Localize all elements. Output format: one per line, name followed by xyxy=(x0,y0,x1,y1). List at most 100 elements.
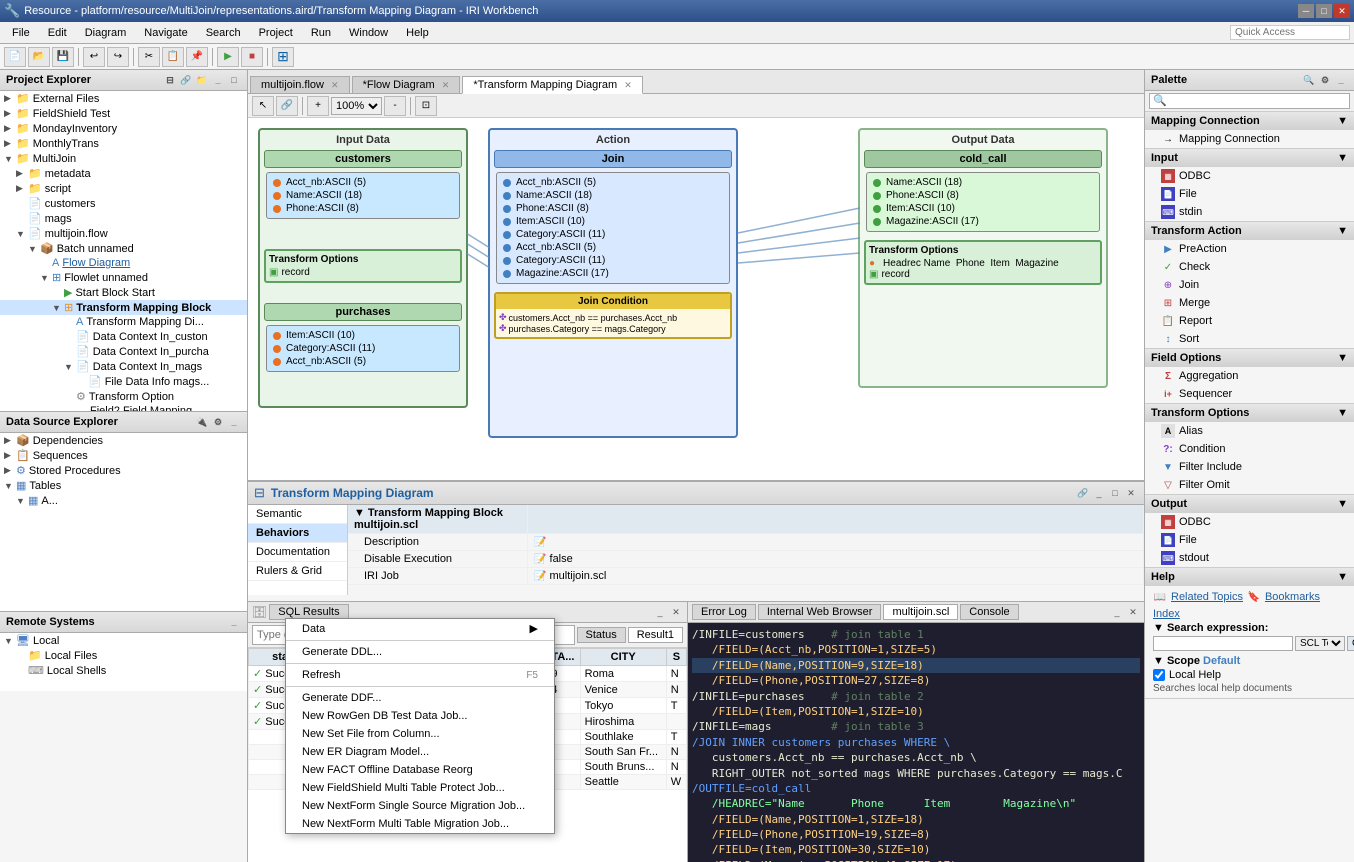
tab-multijoin-flow[interactable]: multijoin.flow ✕ xyxy=(250,76,350,93)
props-nav-semantic[interactable]: Semantic xyxy=(248,505,347,524)
tb-cut[interactable]: ✂ xyxy=(138,47,160,67)
palette-transform-header[interactable]: Transform Action ▼ xyxy=(1145,222,1354,240)
palette-transform-options-header[interactable]: Transform Options ▼ xyxy=(1145,404,1354,422)
tb-new[interactable]: 📄 xyxy=(4,47,26,67)
minimize-view-icon[interactable]: _ xyxy=(211,73,225,87)
tree-metadata[interactable]: ▶ 📁 metadata xyxy=(0,166,247,181)
btab-status[interactable]: Status xyxy=(577,627,626,643)
props-icon3[interactable]: □ xyxy=(1108,486,1122,500)
palette-item-report[interactable]: 📋 Report xyxy=(1145,312,1354,330)
ctx-nextform-single[interactable]: New NextForm Single Source Migration Job… xyxy=(286,797,554,815)
tree-data-context-purch[interactable]: 📄 Data Context In_purcha xyxy=(0,344,247,359)
diag-tb-zoom-out[interactable]: - xyxy=(384,96,406,116)
ds-sequences[interactable]: ▶ 📋 Sequences xyxy=(0,448,247,463)
props-close[interactable]: ✕ xyxy=(1124,486,1138,500)
menu-edit[interactable]: Edit xyxy=(40,25,75,41)
tb-workbench[interactable]: ⊞ xyxy=(272,47,294,67)
tb-redo[interactable]: ↪ xyxy=(107,47,129,67)
props-description-value[interactable]: 📝 xyxy=(528,534,1144,550)
tab-transform-mapping[interactable]: *Transform Mapping Diagram ✕ xyxy=(462,76,642,94)
palette-field-options-header[interactable]: Field Options ▼ xyxy=(1145,349,1354,367)
tab-transform-mapping-close[interactable]: ✕ xyxy=(624,80,632,90)
props-nav-documentation[interactable]: Documentation xyxy=(248,543,347,562)
menu-window[interactable]: Window xyxy=(341,25,396,41)
diag-tb-fit[interactable]: ⊡ xyxy=(415,96,437,116)
palette-item-sort[interactable]: ↕ Sort xyxy=(1145,330,1354,348)
ds-dependencies[interactable]: ▶ 📦 Dependencies xyxy=(0,433,247,448)
palette-item-aggregation[interactable]: Σ Aggregation xyxy=(1145,367,1354,385)
tree-multijoin[interactable]: ▼ 📁 MultiJoin xyxy=(0,151,247,166)
ctx-rowgen[interactable]: New RowGen DB Test Data Job... xyxy=(286,707,554,725)
btab-error-log[interactable]: Error Log xyxy=(692,604,756,620)
help-search-input[interactable] xyxy=(1153,636,1293,651)
ctx-er-diagram[interactable]: New ER Diagram Model... xyxy=(286,743,554,761)
maximize-button[interactable]: □ xyxy=(1316,4,1332,18)
tab-multijoin-flow-close[interactable]: ✕ xyxy=(331,80,339,90)
tb-undo[interactable]: ↩ xyxy=(83,47,105,67)
palette-item-stdout[interactable]: ⌨ stdout xyxy=(1145,549,1354,567)
ctx-generate-ddf[interactable]: Generate DDF... xyxy=(286,689,554,707)
code-minimize[interactable]: _ xyxy=(1110,605,1124,619)
ctx-nextform-multi[interactable]: New NextForm Multi Table Migration Job..… xyxy=(286,815,554,833)
ds-icon1[interactable]: 🔌 xyxy=(195,415,209,429)
help-go-button[interactable]: Go xyxy=(1347,636,1354,651)
ds-tables[interactable]: ▼ ▦ Tables xyxy=(0,478,247,493)
props-icon2[interactable]: _ xyxy=(1092,486,1106,500)
help-header[interactable]: Help ▼ xyxy=(1145,568,1354,586)
tree-flow-diagram[interactable]: A Flow Diagram xyxy=(0,256,247,270)
tb-copy[interactable]: 📋 xyxy=(162,47,184,67)
btab-multijoin-scl[interactable]: multijoin.scl xyxy=(883,604,958,620)
output-fields-box[interactable]: Name:ASCII (18) Phone:ASCII (8) Item:ASC… xyxy=(866,172,1100,232)
menu-search[interactable]: Search xyxy=(198,25,249,41)
tree-transform-mapping-block[interactable]: ▼ ⊞ Transform Mapping Block xyxy=(0,300,247,315)
palette-item-mapping-conn[interactable]: → Mapping Connection xyxy=(1145,130,1354,148)
menu-help[interactable]: Help xyxy=(398,25,437,41)
tree-file-data-info[interactable]: 📄 File Data Info mags... xyxy=(0,374,247,389)
maximize-view-icon[interactable]: □ xyxy=(227,73,241,87)
minimize-button[interactable]: ─ xyxy=(1298,4,1314,18)
remote-local-files[interactable]: 📁 Local Files xyxy=(0,648,247,663)
palette-item-filter-omit[interactable]: ▽ Filter Omit xyxy=(1145,476,1354,494)
join-fields-box[interactable]: Acct_nb:ASCII (5) Name:ASCII (18) Phone:… xyxy=(496,172,730,284)
customers-fields-box[interactable]: Acct_nb:ASCII (5) Name:ASCII (18) Phone:… xyxy=(266,172,460,219)
palette-search[interactable]: 🔍 xyxy=(1302,73,1316,87)
code-close[interactable]: ✕ xyxy=(1126,605,1140,619)
tree-data-context-mags[interactable]: ▼ 📄 Data Context In_mags xyxy=(0,359,247,374)
tree-fieldshield[interactable]: ▶ 📁 FieldShield Test xyxy=(0,106,247,121)
collapse-all-icon[interactable]: ⊟ xyxy=(163,73,177,87)
tree-field-mapping-1[interactable]: → Field2 Field Mapping xyxy=(0,404,247,411)
tb-stop[interactable]: ■ xyxy=(241,47,263,67)
scope-default-link[interactable]: Default xyxy=(1203,655,1240,667)
props-icon1[interactable]: 🔗 xyxy=(1076,486,1090,500)
tree-transform-option[interactable]: ⚙ Transform Option xyxy=(0,389,247,404)
menu-project[interactable]: Project xyxy=(251,25,301,41)
bookmarks-link[interactable]: Bookmarks xyxy=(1265,591,1320,603)
menu-diagram[interactable]: Diagram xyxy=(77,25,135,41)
palette-item-stdin[interactable]: ⌨ stdin xyxy=(1145,203,1354,221)
index-link[interactable]: Index xyxy=(1153,608,1180,620)
tree-script[interactable]: ▶ 📁 script xyxy=(0,181,247,196)
tree-customers-file[interactable]: 📄 customers xyxy=(0,196,247,211)
ctx-generate-ddl[interactable]: Generate DDL... xyxy=(286,643,554,661)
quick-access-input[interactable] xyxy=(1230,25,1350,40)
ctx-fieldshield[interactable]: New FieldShield Multi Table Protect Job.… xyxy=(286,779,554,797)
palette-item-filter-include[interactable]: ▼ Filter Include xyxy=(1145,458,1354,476)
tree-batch-unnamed[interactable]: ▼ 📦 Batch unnamed xyxy=(0,241,247,256)
sql-close[interactable]: ✕ xyxy=(669,605,683,619)
palette-item-alias[interactable]: A Alias xyxy=(1145,422,1354,440)
menu-file[interactable]: File xyxy=(4,25,38,41)
help-scope-select[interactable]: SCL Text Editor xyxy=(1295,636,1345,651)
ds-minimize[interactable]: _ xyxy=(227,415,241,429)
tree-flowlet-unnamed[interactable]: ▼ ⊞ Flowlet unnamed xyxy=(0,270,247,285)
tree-multijoin-flow[interactable]: ▼ 📄 multijoin.flow xyxy=(0,226,247,241)
help-local-checkbox[interactable] xyxy=(1153,669,1165,681)
menu-run[interactable]: Run xyxy=(303,25,339,41)
ctx-fact-offline[interactable]: New FACT Offline Database Reorg xyxy=(286,761,554,779)
purchases-fields-box[interactable]: Item:ASCII (10) Category:ASCII (11) Acct… xyxy=(266,325,460,372)
tb-open[interactable]: 📂 xyxy=(28,47,50,67)
related-topics-link[interactable]: Related Topics xyxy=(1171,591,1243,603)
close-button[interactable]: ✕ xyxy=(1334,4,1350,18)
ds-stored-procs[interactable]: ▶ ⚙ Stored Procedures xyxy=(0,463,247,478)
tree-transform-mapping-di[interactable]: A Transform Mapping Di... xyxy=(0,315,247,329)
remote-local[interactable]: ▼ 🖥 Local xyxy=(0,633,247,648)
